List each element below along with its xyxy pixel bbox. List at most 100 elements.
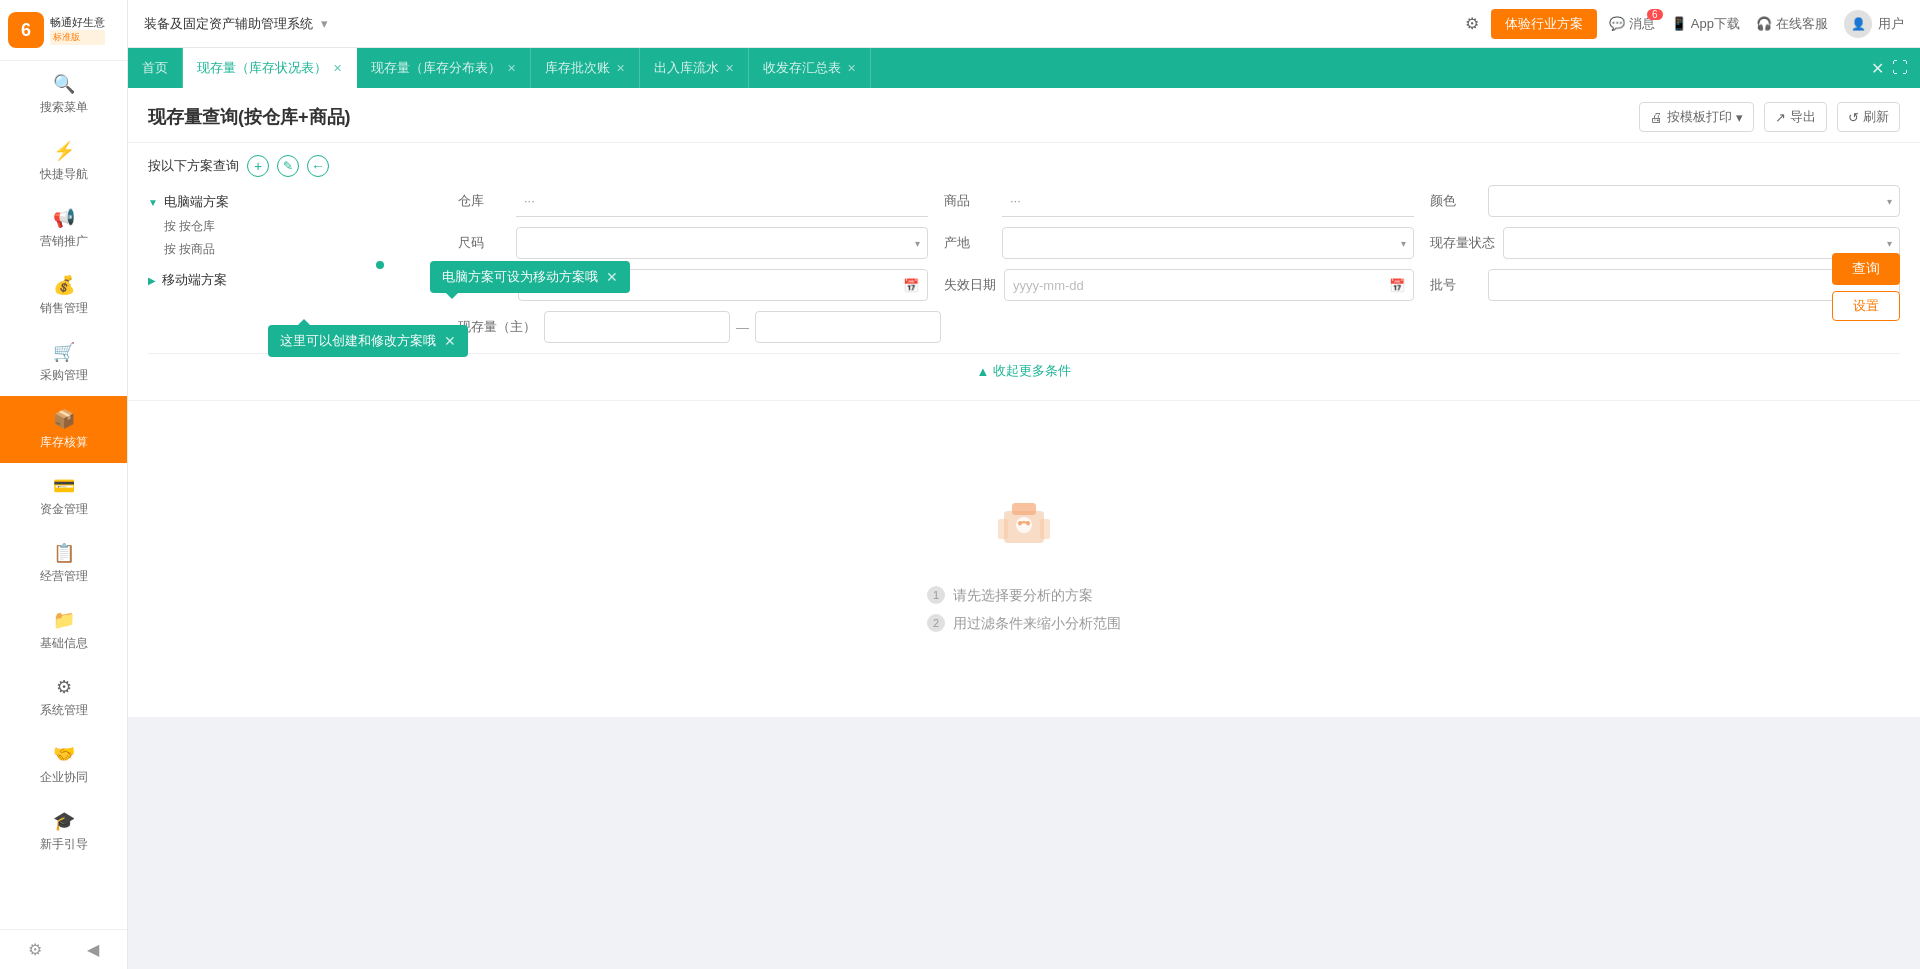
sidebar-label-system: 系统管理 bbox=[40, 702, 88, 719]
sidebar-item-marketing[interactable]: 📢 营销推广 bbox=[0, 195, 127, 262]
stock-main-from-input[interactable] bbox=[544, 311, 730, 343]
settings-footer-btn[interactable]: ⚙ bbox=[28, 940, 42, 959]
create-tooltip-text: 这里可以创建和修改方案哦 bbox=[280, 332, 436, 350]
tab-stock-dist-close[interactable]: ✕ bbox=[507, 62, 516, 75]
sales-icon: 💰 bbox=[53, 274, 75, 296]
user-menu-button[interactable]: 👤 用户 bbox=[1844, 10, 1904, 38]
filter-area: 按以下方案查询 + ✎ ← 电脑方案可设为移动方案哦 ✕ 这里可以创建和修 bbox=[128, 143, 1920, 401]
svg-rect-3 bbox=[1040, 519, 1050, 539]
sidebar-item-ops[interactable]: 📋 经营管理 bbox=[0, 530, 127, 597]
search-button[interactable]: 查询 bbox=[1832, 253, 1900, 285]
stock-main-label: 现存量（主） bbox=[458, 318, 536, 336]
stock-main-to-input[interactable] bbox=[755, 311, 941, 343]
svg-point-6 bbox=[1026, 521, 1030, 525]
color-select[interactable] bbox=[1488, 185, 1900, 217]
collapse-bar[interactable]: ▲ 收起更多条件 bbox=[148, 353, 1900, 388]
color-select-wrap: ▾ bbox=[1488, 185, 1900, 217]
tab-stock-dist[interactable]: 现存量（库存分布表） ✕ bbox=[357, 48, 531, 88]
goods-input[interactable]: ··· bbox=[1002, 185, 1414, 217]
tab-maximize-btn[interactable]: ⛶ bbox=[1892, 59, 1908, 77]
tabbar: 首页 现存量（库存状况表） ✕ 现存量（库存分布表） ✕ 库存批次账 ✕ 出入库… bbox=[128, 48, 1920, 88]
sidebar-item-finance[interactable]: 💳 资金管理 bbox=[0, 463, 127, 530]
phone-icon: 📱 bbox=[1671, 16, 1687, 31]
sidebar-item-search[interactable]: 🔍 搜索菜单 bbox=[0, 61, 127, 128]
tab-recv-send[interactable]: 收发存汇总表 ✕ bbox=[749, 48, 871, 88]
flash-icon: ⚡ bbox=[53, 140, 75, 162]
app-download-button[interactable]: 📱 App下载 bbox=[1671, 15, 1740, 33]
tab-home[interactable]: 首页 bbox=[128, 48, 183, 88]
origin-select[interactable] bbox=[1002, 227, 1414, 259]
expire-date-label: 失效日期 bbox=[944, 276, 996, 294]
collapse-conditions-button[interactable]: ▲ 收起更多条件 bbox=[977, 362, 1072, 380]
origin-label: 产地 bbox=[944, 234, 994, 252]
warehouse-label: 仓库 bbox=[458, 192, 508, 210]
refresh-button[interactable]: ↺ 刷新 bbox=[1837, 102, 1900, 132]
sidebar-item-collab[interactable]: 🤝 企业协同 bbox=[0, 731, 127, 798]
chevron-up-icon: ▲ bbox=[977, 364, 990, 379]
printer-icon: 🖨 bbox=[1650, 110, 1663, 125]
collapse-sidebar-btn[interactable]: ◀ bbox=[87, 940, 99, 959]
sidebar-item-sales[interactable]: 💰 销售管理 bbox=[0, 262, 127, 329]
search-icon: 🔍 bbox=[53, 73, 75, 95]
scheme-desktop-label: 电脑端方案 bbox=[164, 193, 229, 211]
warehouse-input[interactable]: ··· bbox=[516, 185, 928, 217]
calendar-icon-produce: 📅 bbox=[903, 278, 919, 293]
guide-icon: 🎓 bbox=[53, 810, 75, 832]
sidebar-item-stock[interactable]: 📦 库存核算 bbox=[0, 396, 127, 463]
ops-icon: 📋 bbox=[53, 542, 75, 564]
tip-num-2: 2 bbox=[927, 614, 945, 632]
message-icon: 💬 bbox=[1609, 16, 1625, 31]
tab-stock-status-close[interactable]: ✕ bbox=[333, 62, 342, 75]
expire-date-input[interactable]: yyyy-mm-dd 📅 bbox=[1004, 269, 1414, 301]
filter-label: 按以下方案查询 bbox=[148, 157, 239, 175]
tab-close-all-btn[interactable]: ✕ bbox=[1871, 59, 1884, 78]
size-select[interactable] bbox=[516, 227, 928, 259]
tree-arrow-down-icon: ▼ bbox=[148, 197, 158, 208]
dropdown-arrow-icon[interactable]: ▾ bbox=[321, 16, 328, 31]
tab-stock-dist-label: 现存量（库存分布表） bbox=[371, 59, 501, 77]
settings-gear-icon[interactable]: ⚙ bbox=[1465, 14, 1479, 33]
tree-arrow-right-icon: ▶ bbox=[148, 275, 156, 286]
svg-rect-2 bbox=[998, 519, 1008, 539]
origin-select-wrap: ▾ bbox=[1002, 227, 1414, 259]
tab-in-out-flow[interactable]: 出入库流水 ✕ bbox=[640, 48, 749, 88]
scheme-tooltip-close[interactable]: ✕ bbox=[606, 269, 618, 285]
expire-date-placeholder: yyyy-mm-dd bbox=[1013, 278, 1084, 293]
tab-batch-account[interactable]: 库存批次账 ✕ bbox=[531, 48, 640, 88]
tab-in-out-flow-close[interactable]: ✕ bbox=[725, 62, 734, 75]
tab-stock-status[interactable]: 现存量（库存状况表） ✕ bbox=[183, 48, 357, 88]
filter-back-button[interactable]: ← bbox=[307, 155, 329, 177]
sidebar-item-purchase[interactable]: 🛒 采购管理 bbox=[0, 329, 127, 396]
industry-plan-button[interactable]: 体验行业方案 bbox=[1491, 9, 1597, 39]
sidebar-label-marketing: 营销推广 bbox=[40, 233, 88, 250]
empty-tip-1: 1 请先选择要分析的方案 bbox=[927, 581, 1121, 609]
stock-status-label: 现存量状态 bbox=[1430, 234, 1495, 252]
refresh-icon: ↺ bbox=[1848, 110, 1859, 125]
sidebar-item-guide[interactable]: 🎓 新手引导 bbox=[0, 798, 127, 865]
filter-batch: 批号 bbox=[1430, 269, 1900, 301]
sidebar-label-search: 搜索菜单 bbox=[40, 99, 88, 116]
sidebar-item-system[interactable]: ⚙ 系统管理 bbox=[0, 664, 127, 731]
tip-num-1: 1 bbox=[927, 586, 945, 604]
scheme-mobile-label: 移动端方案 bbox=[162, 271, 227, 289]
sidebar-item-nav[interactable]: ⚡ 快捷导航 bbox=[0, 128, 127, 195]
export-button[interactable]: ↗ 导出 bbox=[1764, 102, 1827, 132]
online-chat-button[interactable]: 🎧 在线客服 bbox=[1756, 15, 1828, 33]
tip-text-2: 用过滤条件来缩小分析范围 bbox=[953, 609, 1121, 637]
tab-batch-account-close[interactable]: ✕ bbox=[616, 62, 625, 75]
create-tooltip-close[interactable]: ✕ bbox=[444, 333, 456, 349]
message-button[interactable]: 💬 消息 6 bbox=[1609, 15, 1655, 33]
headset-icon: 🎧 bbox=[1756, 16, 1772, 31]
print-button[interactable]: 🖨 按模板打印 ▾ bbox=[1639, 102, 1754, 132]
svg-rect-1 bbox=[1012, 503, 1036, 515]
filter-add-button[interactable]: + bbox=[247, 155, 269, 177]
setting-button[interactable]: 设置 bbox=[1832, 291, 1900, 321]
tab-recv-send-label: 收发存汇总表 bbox=[763, 59, 841, 77]
sidebar-item-basic[interactable]: 📁 基础信息 bbox=[0, 597, 127, 664]
page-inner: 现存量查询(按仓库+商品) 🖨 按模板打印 ▾ ↗ 导出 ↺ bbox=[128, 88, 1920, 717]
size-label: 尺码 bbox=[458, 234, 508, 252]
filter-edit-button[interactable]: ✎ bbox=[277, 155, 299, 177]
range-separator: — bbox=[736, 320, 749, 335]
tab-recv-send-close[interactable]: ✕ bbox=[847, 62, 856, 75]
filter-stock-status: 现存量状态 ▾ bbox=[1430, 227, 1900, 259]
